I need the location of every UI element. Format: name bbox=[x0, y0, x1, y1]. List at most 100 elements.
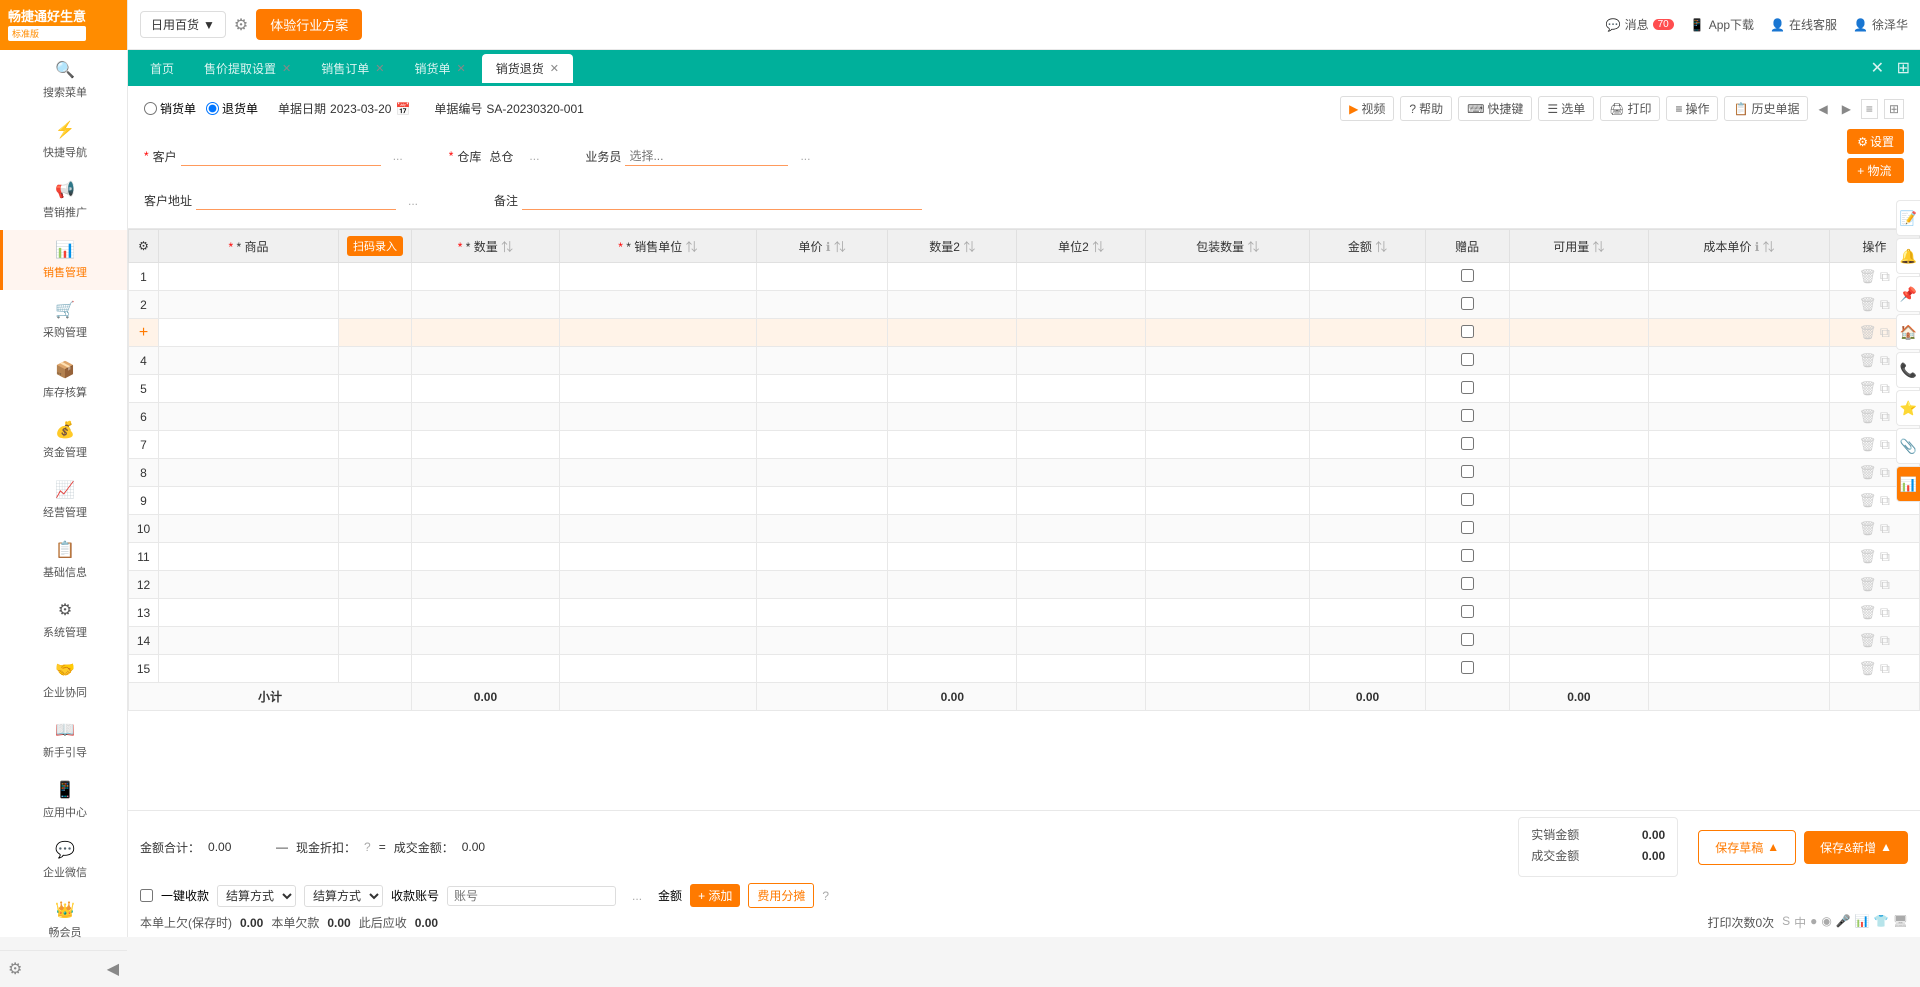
delete-row-btn-9[interactable]: 🗑 bbox=[1859, 492, 1877, 509]
sidebar-item-wechat[interactable]: 💬 企业微信 bbox=[0, 830, 127, 890]
copy-row-btn-7[interactable]: ⧉ bbox=[1880, 436, 1890, 453]
address-picker-btn[interactable]: ... bbox=[400, 192, 426, 210]
gift-checkbox-8[interactable] bbox=[1461, 465, 1474, 478]
product-input[interactable] bbox=[165, 326, 332, 340]
tab-sales-order[interactable]: 销售订单 ✕ bbox=[307, 54, 398, 83]
close-all-tabs-icon[interactable]: ✕ bbox=[1871, 58, 1884, 78]
sidebar-item-basic-info[interactable]: 📋 基础信息 bbox=[0, 530, 127, 590]
gift-cell-15[interactable] bbox=[1425, 655, 1509, 683]
customer-picker-btn[interactable]: ... bbox=[385, 147, 411, 165]
gift-cell-8[interactable] bbox=[1425, 459, 1509, 487]
warehouse-picker-btn[interactable]: ... bbox=[521, 147, 547, 165]
product-cell-1[interactable] bbox=[159, 263, 339, 291]
delete-row-btn-14[interactable]: 🗑 bbox=[1859, 632, 1877, 649]
gift-checkbox-4[interactable] bbox=[1461, 353, 1474, 366]
gift-checkbox-12[interactable] bbox=[1461, 577, 1474, 590]
product-cell-3[interactable] bbox=[159, 319, 339, 347]
remark-input[interactable] bbox=[522, 191, 922, 210]
gift-checkbox-7[interactable] bbox=[1461, 437, 1474, 450]
side-star-btn[interactable]: ⭐ bbox=[1896, 390, 1920, 426]
settings-icon[interactable]: ⚙ bbox=[8, 959, 22, 979]
user-item[interactable]: 👤 徐泽华 bbox=[1853, 16, 1908, 33]
delete-row-btn-12[interactable]: 🗑 bbox=[1859, 576, 1877, 593]
copy-row-btn-13[interactable]: ⧉ bbox=[1880, 604, 1890, 621]
sidebar-item-finance[interactable]: 💰 资金管理 bbox=[0, 410, 127, 470]
delete-row-btn-13[interactable]: 🗑 bbox=[1859, 604, 1877, 621]
gift-cell-10[interactable] bbox=[1425, 515, 1509, 543]
calc-select[interactable]: 结算方式 bbox=[304, 885, 383, 907]
product-cell-10[interactable] bbox=[159, 515, 339, 543]
product-cell-6[interactable] bbox=[159, 403, 339, 431]
gift-cell-1[interactable] bbox=[1425, 263, 1509, 291]
sidebar-item-operations[interactable]: 📈 经营管理 bbox=[0, 470, 127, 530]
sort-icon[interactable]: ⇅ bbox=[834, 240, 846, 254]
product-cell-7[interactable] bbox=[159, 431, 339, 459]
gift-cell-5[interactable] bbox=[1425, 375, 1509, 403]
gift-checkbox-5[interactable] bbox=[1461, 381, 1474, 394]
experience-button[interactable]: 体验行业方案 bbox=[256, 9, 362, 40]
video-btn[interactable]: ▶ 视频 bbox=[1340, 96, 1394, 121]
prev-record-icon[interactable]: ◀ bbox=[1814, 100, 1831, 118]
expand-tabs-icon[interactable]: ⊞ bbox=[1897, 58, 1910, 78]
radio-sales-input[interactable] bbox=[144, 102, 157, 115]
gift-cell-13[interactable] bbox=[1425, 599, 1509, 627]
product-cell-15[interactable] bbox=[159, 655, 339, 683]
sidebar-item-apps[interactable]: 📱 应用中心 bbox=[0, 770, 127, 830]
product-cell-8[interactable] bbox=[159, 459, 339, 487]
product-cell-14[interactable] bbox=[159, 627, 339, 655]
gift-checkbox-1[interactable] bbox=[1461, 269, 1474, 282]
side-pin-btn[interactable]: 📌 bbox=[1896, 276, 1920, 312]
tab-price-settings[interactable]: 售价提取设置 ✕ bbox=[190, 54, 305, 83]
industry-selector[interactable]: 日用百货 ▼ bbox=[140, 11, 226, 38]
copy-row-btn-12[interactable]: ⧉ bbox=[1880, 576, 1890, 593]
gift-checkbox-11[interactable] bbox=[1461, 549, 1474, 562]
sort-icon[interactable]: ⇅ bbox=[1247, 240, 1259, 254]
side-home-btn[interactable]: 🏠 bbox=[1896, 314, 1920, 350]
copy-row-btn-9[interactable]: ⧉ bbox=[1880, 492, 1890, 509]
side-contact-btn[interactable]: 📞 bbox=[1896, 352, 1920, 388]
salesperson-picker-btn[interactable]: ... bbox=[792, 147, 818, 165]
col-header-gear[interactable]: ⚙ bbox=[129, 230, 159, 263]
side-notifications-btn[interactable]: 🔔 bbox=[1896, 238, 1920, 274]
gift-cell-2[interactable] bbox=[1425, 291, 1509, 319]
side-attachment-btn[interactable]: 📎 bbox=[1896, 428, 1920, 464]
sort-icon[interactable]: ⇅ bbox=[1593, 240, 1605, 254]
sidebar-item-member[interactable]: 👑 畅会员 bbox=[0, 890, 127, 950]
tab-sales-delivery-close[interactable]: ✕ bbox=[457, 62, 466, 75]
copy-row-btn-2[interactable]: ⧉ bbox=[1880, 296, 1890, 313]
settings-btn[interactable]: ⚙ 设置 bbox=[1847, 129, 1904, 154]
side-chart-btn[interactable]: 📊 bbox=[1896, 466, 1920, 502]
gift-checkbox-9[interactable] bbox=[1461, 493, 1474, 506]
tab-sales-return[interactable]: 销货退货 ✕ bbox=[482, 54, 573, 83]
view-list-icon[interactable]: ≡ bbox=[1861, 99, 1878, 119]
address-input[interactable] bbox=[196, 191, 396, 210]
app-download-item[interactable]: 📱 App下载 bbox=[1690, 16, 1754, 33]
shortcut-btn[interactable]: ⌨ 快捷键 bbox=[1458, 96, 1532, 121]
delete-row-btn-3[interactable]: 🗑 bbox=[1859, 324, 1877, 341]
tab-price-settings-close[interactable]: ✕ bbox=[282, 62, 291, 75]
sidebar-item-sales[interactable]: 📊 销售管理 bbox=[0, 230, 127, 290]
copy-row-btn-10[interactable]: ⧉ bbox=[1880, 520, 1890, 537]
sidebar-item-marketing[interactable]: 📢 营销推广 bbox=[0, 170, 127, 230]
sidebar-item-enterprise[interactable]: 🤝 企业协同 bbox=[0, 650, 127, 710]
print-btn[interactable]: 🖨 打印 bbox=[1600, 96, 1660, 121]
product-cell-12[interactable] bbox=[159, 571, 339, 599]
sidebar-item-system[interactable]: ⚙ 系统管理 bbox=[0, 590, 127, 650]
delete-row-btn-5[interactable]: 🗑 bbox=[1859, 380, 1877, 397]
gift-checkbox-10[interactable] bbox=[1461, 521, 1474, 534]
copy-row-btn-15[interactable]: ⧉ bbox=[1880, 660, 1890, 677]
calendar-icon[interactable]: 📅 bbox=[395, 102, 410, 116]
copy-row-btn-14[interactable]: ⧉ bbox=[1880, 632, 1890, 649]
settlement-select[interactable]: 结算方式 bbox=[217, 885, 296, 907]
radio-return[interactable]: 退货单 bbox=[206, 100, 258, 117]
next-record-icon[interactable]: ▶ bbox=[1838, 100, 1855, 118]
delete-row-btn-11[interactable]: 🗑 bbox=[1859, 548, 1877, 565]
add-row-icon[interactable]: + bbox=[139, 324, 148, 341]
copy-row-btn-1[interactable]: ⧉ bbox=[1880, 268, 1890, 285]
online-service-item[interactable]: 👤 在线客服 bbox=[1770, 16, 1837, 33]
copy-row-btn-4[interactable]: ⧉ bbox=[1880, 352, 1890, 369]
delete-row-btn-1[interactable]: 🗑 bbox=[1859, 268, 1877, 285]
gift-cell-6[interactable] bbox=[1425, 403, 1509, 431]
sort-icon[interactable]: ⇅ bbox=[1375, 240, 1387, 254]
sidebar-item-guide[interactable]: 📖 新手引导 bbox=[0, 710, 127, 770]
